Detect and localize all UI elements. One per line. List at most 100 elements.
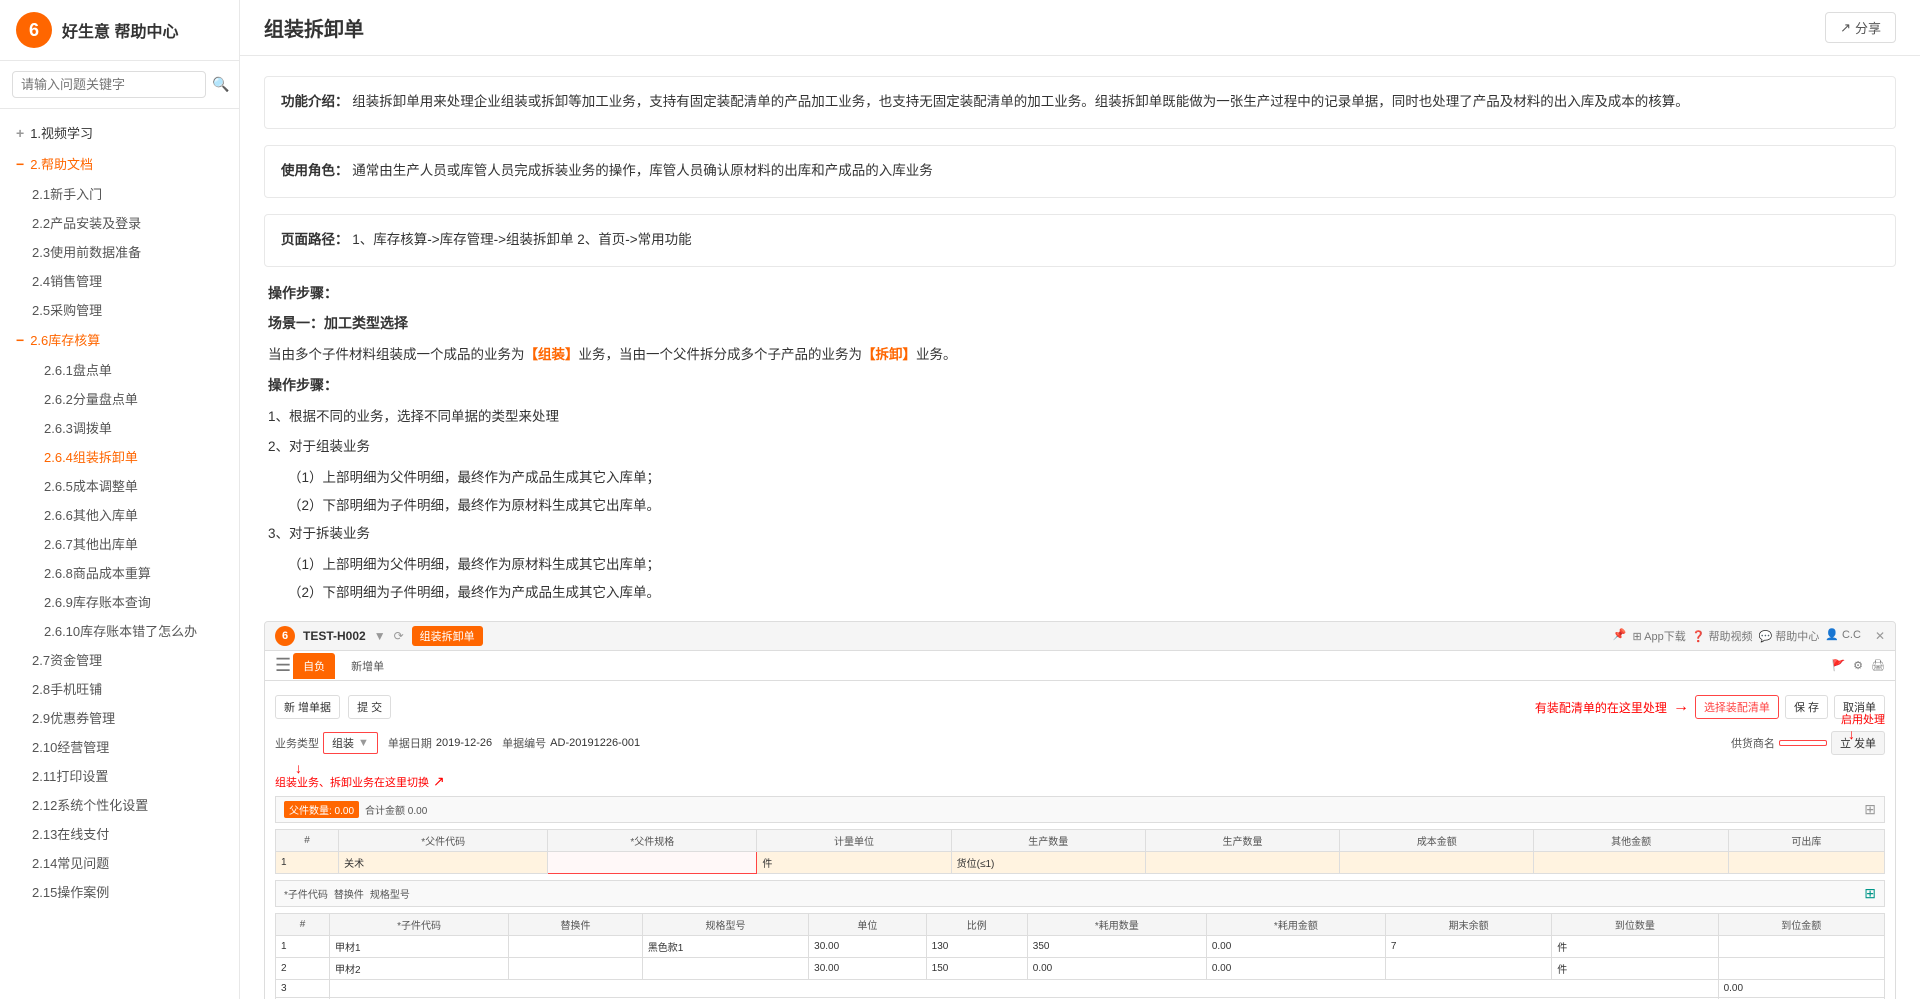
- btd-unit-2: 30.00: [809, 958, 927, 980]
- sidebar-item-stock-err[interactable]: 2.6.10库存账本错了怎么办: [0, 616, 239, 645]
- share-icon: ↗: [1840, 20, 1851, 36]
- search-input[interactable]: [12, 71, 206, 98]
- td-seq-1: 1: [276, 852, 339, 874]
- sidebar-item-purchase[interactable]: 2.5采购管理: [0, 295, 239, 324]
- sidebar-item-goods-cost[interactable]: 2.6.8商品成本重算: [0, 558, 239, 587]
- form-no-area: 单据编号 AD-20191226-001: [502, 735, 640, 751]
- td-cost-1: [1340, 852, 1534, 874]
- close-icon: ✕: [1875, 629, 1885, 643]
- ss-btn-assembly-list: 选择装配清单: [1695, 695, 1779, 719]
- icon-center: 💬 帮助中心: [1758, 628, 1819, 644]
- bth-child-code: *子件代码: [330, 914, 509, 936]
- bth-replace: 替换件: [509, 914, 643, 936]
- screenshot-left-icons: ☰: [275, 651, 291, 680]
- sidebar-item-other-in[interactable]: 2.6.6其他入库单: [0, 500, 239, 529]
- annotation-area-1: 有装配清单的在这里处理 → 选择装配清单 保 存 取消单: [1535, 695, 1885, 719]
- icon-flag: 🚩: [1831, 659, 1845, 672]
- search-area: 🔍: [0, 61, 239, 109]
- form-type-label: 业务类型: [275, 735, 319, 751]
- sidebar-item-online-pay[interactable]: 2.13在线支付: [0, 819, 239, 848]
- btd-balance-2: [1385, 958, 1551, 980]
- bth-use-amt: *耗用金额: [1206, 914, 1385, 936]
- app-logo: 6: [16, 12, 52, 48]
- form-type-area: 业务类型 组装 ▼ ↓: [275, 732, 378, 754]
- sidebar-item-stocktake[interactable]: 2.6.1盘点单: [0, 355, 239, 384]
- icon-apps: ⊞ App下载: [1632, 628, 1685, 644]
- sidebar-item-data[interactable]: 2.3使用前数据准备: [0, 237, 239, 266]
- screenshot-topbar: 6 TEST-H002 ▼ ⟳ 组装拆卸单 📌 ⊞ App下载 ❓ 帮助视频 💬…: [265, 622, 1895, 651]
- sidebar-item-adjust[interactable]: 2.6.3调拨单: [0, 413, 239, 442]
- sidebar-item-fund[interactable]: 2.7资金管理: [0, 645, 239, 674]
- path-text: 1、库存核算->库存管理->组装拆卸单 2、首页->常用功能: [352, 232, 691, 247]
- form-date-area: 单据日期 2019-12-26: [388, 735, 492, 751]
- sidebar-item-coupon[interactable]: 2.9优惠券管理: [0, 703, 239, 732]
- sidebar-item-operate[interactable]: 2.10经营管理: [0, 732, 239, 761]
- bottom-row-1: 1 甲材1 黑色款1 30.00 130 350 0.00 7 件: [276, 936, 1885, 958]
- sidebar-item-videos[interactable]: + 1.视频学习: [0, 117, 239, 148]
- page-title: 组装拆卸单: [264, 13, 364, 42]
- step-1: 1、根据不同的业务，选择不同单据的类型来处理: [268, 405, 1892, 429]
- th-other-cost: 其他金额: [1534, 830, 1728, 852]
- th-parent-spec: *父件规格: [548, 830, 757, 852]
- bottom-section-expand: ⊞: [1864, 885, 1876, 902]
- sidebar-item-cost[interactable]: 2.6.5成本调整单: [0, 471, 239, 500]
- nav-tree: + 1.视频学习 − 2.帮助文档 2.1新手入门 2.2产品安装及登录 2.3…: [0, 109, 239, 999]
- sidebar-item-custom[interactable]: 2.12系统个性化设置: [0, 790, 239, 819]
- bth-arrive-amt: 到位金额: [1718, 914, 1884, 936]
- sidebar-item-stockcount[interactable]: 2.6.2分量盘点单: [0, 384, 239, 413]
- top-section-label: 合计金额 0.00: [365, 802, 427, 817]
- text-assembly: 【组装】: [525, 347, 579, 362]
- screenshot-test-id: TEST-H002: [303, 629, 366, 643]
- sidebar-item-warehouse[interactable]: − 2.6库存核算: [0, 324, 239, 355]
- sidebar-item-mobile[interactable]: 2.8手机旺铺: [0, 674, 239, 703]
- icon-pin: 📌: [1613, 628, 1627, 644]
- path-label: 页面路径：: [281, 232, 349, 247]
- sidebar-item-cases[interactable]: 2.15操作案例: [0, 877, 239, 906]
- steps-container: 操作步骤： 场景一：加工类型选择 当由多个子件材料组装成一个成品的业务为【组装】…: [264, 283, 1896, 605]
- scene1-desc: 当由多个子件材料组装成一个成品的业务为【组装】业务，当由一个父件拆分成多个子产品…: [268, 343, 1892, 367]
- form-date-label: 单据日期: [388, 735, 432, 751]
- supplier-input: [1779, 740, 1827, 746]
- step-3: 3、对于拆装业务: [268, 522, 1892, 546]
- sidebar-item-other-out[interactable]: 2.6.7其他出库单: [0, 529, 239, 558]
- btd-use-amt-1: 0.00: [1206, 936, 1385, 958]
- dropdown-arrow: ▼: [358, 737, 369, 749]
- main-content: 功能介绍： 组装拆卸单用来处理企业组装或拆卸等加工业务，支持有固定装配清单的产品…: [240, 56, 1920, 999]
- btd-use-amt-2: 0.00: [1206, 958, 1385, 980]
- screenshot-nav: ☰ 自负 新增单 🚩 ⚙ 🖨: [265, 651, 1895, 681]
- sidebar-item-install[interactable]: 2.2产品安装及登录: [0, 208, 239, 237]
- top-table-row-1: 1 关术 件 货位(≤1): [276, 852, 1885, 874]
- ss-btn-save: 提 交: [348, 695, 391, 719]
- step-2-2: （2）下部明细为子件明细，最终作为原材料生成其它出库单。: [268, 494, 1892, 518]
- btd-code-1: 甲材1: [330, 936, 509, 958]
- btd-use-qty-2: 0.00: [1027, 958, 1206, 980]
- btd-spec-1: 黑色款1: [642, 936, 808, 958]
- sidebar-item-faq[interactable]: 2.14常见问题: [0, 848, 239, 877]
- sidebar-item-print[interactable]: 2.11打印设置: [0, 761, 239, 790]
- func-intro-label: 功能介绍：: [281, 94, 349, 109]
- td-parent-spec-1: [548, 852, 757, 874]
- ops-title: 操作步骤：: [268, 283, 1892, 303]
- btd-seq-3: 3: [276, 980, 330, 998]
- sidebar-item-stock-check[interactable]: 2.6.9库存账本查询: [0, 587, 239, 616]
- bottom-section-label: *子件代码: [284, 886, 328, 901]
- td-prod-qty2-1: [1145, 852, 1339, 874]
- ss-bottom-section-header: *子件代码 替换件 规格型号 ⊞: [275, 880, 1885, 907]
- search-button[interactable]: 🔍: [212, 76, 229, 93]
- btd-arrive-amt-2: [1718, 958, 1884, 980]
- annotation-4-text: 启用处理: [1841, 711, 1885, 727]
- sidebar-item-docs[interactable]: − 2.帮助文档: [0, 148, 239, 179]
- sidebar-item-new[interactable]: 2.1新手入门: [0, 179, 239, 208]
- screenshot-top-icons: 📌 ⊞ App下载 ❓ 帮助视频 💬 帮助中心 👤 C.C: [1613, 628, 1861, 644]
- share-button[interactable]: ↗ 分享: [1825, 12, 1896, 43]
- sidebar-item-sales[interactable]: 2.4销售管理: [0, 266, 239, 295]
- icon-left-nav1: ☰: [275, 655, 291, 676]
- bth-unit: 单位: [809, 914, 927, 936]
- th-unit: 计量单位: [757, 830, 951, 852]
- screenshot-refresh-icon: ⟳: [394, 629, 404, 643]
- screenshot-right-icons: 🚩 ⚙ 🖨: [1831, 659, 1885, 672]
- screenshot-nav-btn: 组装拆卸单: [412, 626, 483, 646]
- sidebar-item-assembly[interactable]: 2.6.4组装拆卸单: [0, 442, 239, 471]
- path-block: 页面路径： 1、库存核算->库存管理->组装拆卸单 2、首页->常用功能: [264, 214, 1896, 267]
- icon-print: 🖨: [1871, 659, 1885, 672]
